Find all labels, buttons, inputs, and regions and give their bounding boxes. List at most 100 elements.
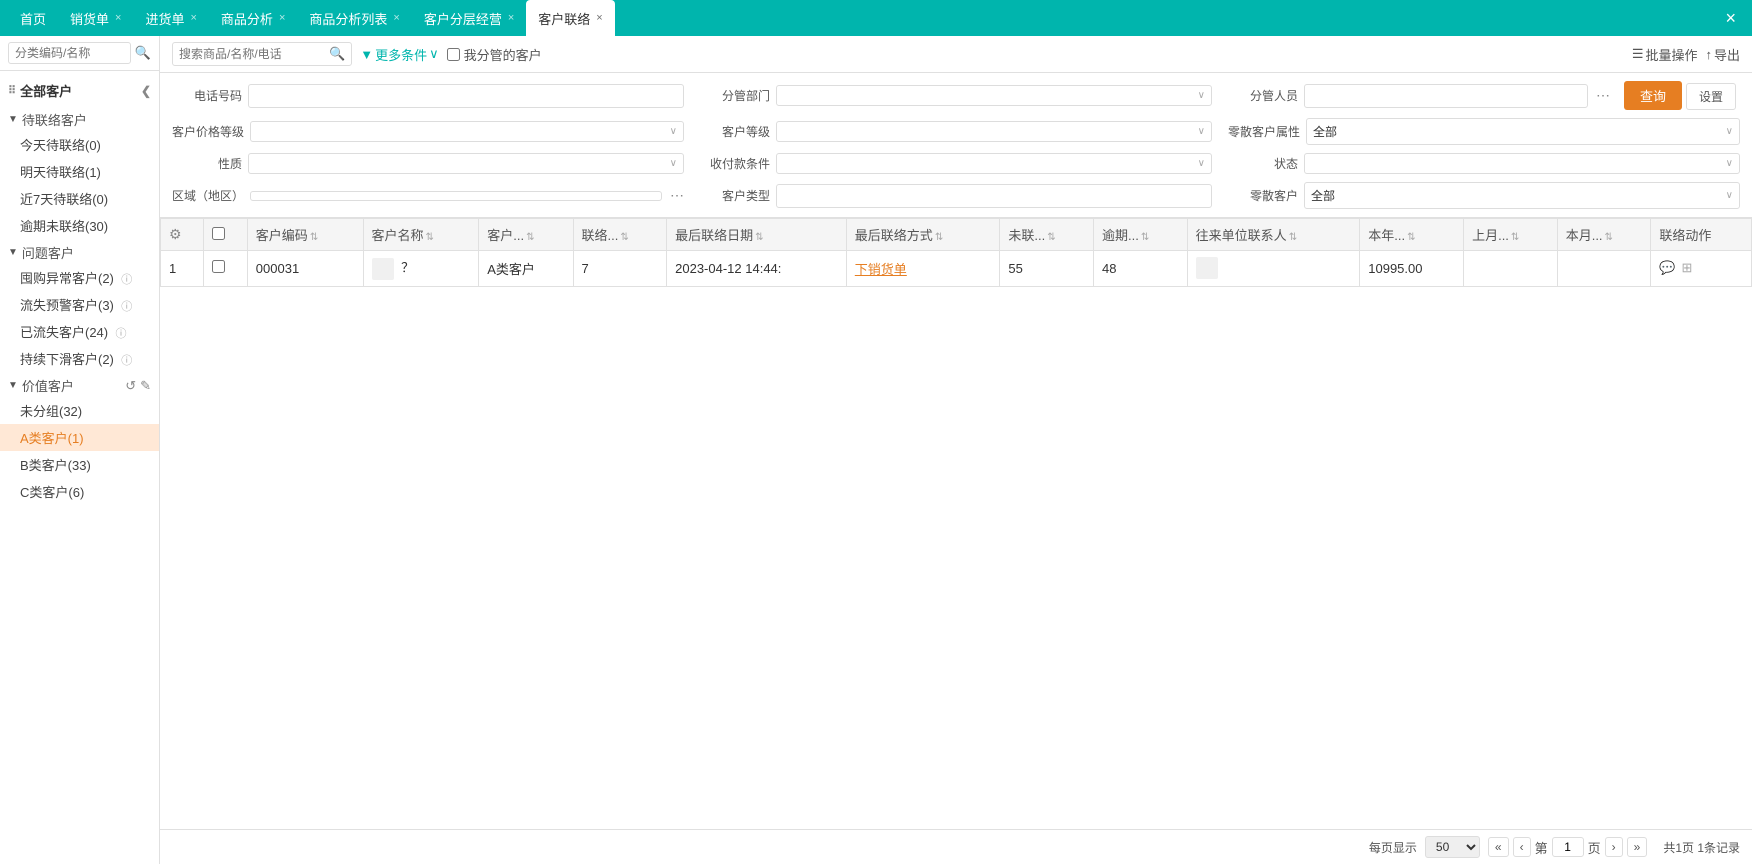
gear-icon[interactable]: ⚙ [169, 226, 182, 242]
nav-product-list[interactable]: 商品分析列表 × [297, 0, 411, 36]
phone-label: 电话号码 [172, 87, 242, 104]
col-customer-type: 客户...⇅ [479, 219, 573, 251]
query-button[interactable]: 查询 [1624, 81, 1682, 110]
sidebar-search-icon[interactable]: 🔍 [135, 45, 151, 61]
refresh-icon[interactable]: ↺ [125, 378, 136, 394]
sidebar-section-value[interactable]: ▼ 价值客户 ↺ ✎ [0, 372, 159, 397]
sidebar-item-today[interactable]: 今天待联络(0) [0, 131, 159, 158]
batch-ops-btn[interactable]: ☰ 批量操作 [1632, 45, 1698, 64]
sidebar-item-class-a[interactable]: A类客户(1) [0, 424, 159, 451]
nav-customer-tier[interactable]: 客户分层经营 × [412, 0, 526, 36]
select-all-checkbox[interactable] [212, 227, 225, 240]
last-page-btn[interactable]: » [1627, 837, 1648, 857]
section-arrow: ▼ [8, 247, 18, 258]
first-page-btn[interactable]: « [1488, 837, 1509, 857]
col-unit-contact: 往来单位联系人⇅ [1187, 219, 1360, 251]
close-purchase-tab[interactable]: × [190, 12, 196, 24]
manager-label: 分管人员 [1228, 87, 1298, 104]
sidebar-item-declining[interactable]: 持续下滑客户(2) ⓘ [0, 345, 159, 372]
col-contact-count: 联络...⇅ [573, 219, 667, 251]
nav-purchase[interactable]: 进货单 × [133, 0, 208, 36]
col-last-contact-date: 最后联络日期⇅ [667, 219, 847, 251]
sidebar-search-input[interactable] [8, 42, 131, 64]
main-search-bar: 🔍 [172, 42, 352, 66]
page-label: 第 [1535, 838, 1548, 857]
contact-method-link[interactable]: 下销货单 [855, 262, 907, 277]
main-search-icon[interactable]: 🔍 [329, 46, 345, 62]
dept-select[interactable]: ∨ [776, 85, 1212, 106]
filter-row-payment: 收付款条件 ∨ [700, 153, 1212, 174]
sidebar-all-customers[interactable]: ⠿ 全部客户 ❮ [0, 75, 159, 106]
dots-icon: ⠿ [8, 84, 16, 97]
sidebar-section-problem[interactable]: ▼ 问题客户 [0, 239, 159, 264]
col-name: 客户名称⇅ [363, 219, 479, 251]
sidebar-item-class-b[interactable]: B类客户(33) [0, 451, 159, 478]
close-sales-tab[interactable]: × [115, 12, 121, 24]
nav-home[interactable]: 首页 [8, 0, 58, 36]
price-level-select[interactable]: ∨ [250, 121, 684, 142]
page-size-select[interactable]: 50 100 200 [1425, 836, 1480, 858]
edit-icon[interactable]: ✎ [140, 378, 151, 394]
col-code: 客户编码⇅ [247, 219, 363, 251]
close-product-list-tab[interactable]: × [393, 12, 399, 24]
phone-input[interactable] [248, 84, 684, 108]
sidebar-item-ungroup[interactable]: 未分组(32) [0, 397, 159, 424]
row-checkbox[interactable] [212, 260, 225, 273]
more-filter-btn[interactable]: ▼ 更多条件 ∨ [360, 45, 438, 64]
col-this-year: 本年...⇅ [1360, 219, 1464, 251]
export-btn[interactable]: ↑ 导出 [1705, 45, 1740, 64]
sidebar-item-churn-warning[interactable]: 流失预警客户(3) ⓘ [0, 291, 159, 318]
cell-type: A类客户 [479, 251, 573, 287]
price-level-label: 客户价格等级 [172, 123, 244, 140]
col-gear[interactable]: ⚙ [161, 219, 204, 251]
nav-sales[interactable]: 销货单 × [58, 0, 133, 36]
unit-contact-avatar [1196, 257, 1218, 279]
filter-row-region: 区域（地区） ⋯ [172, 182, 684, 209]
close-customer-contact-tab[interactable]: × [596, 12, 602, 24]
cell-last-month [1464, 251, 1558, 287]
total-info: 共1页 1条记录 [1663, 839, 1740, 856]
manager-dots[interactable]: ⋯ [1596, 87, 1610, 104]
my-customer-checkbox[interactable] [447, 48, 460, 61]
info-icon: ⓘ [115, 328, 126, 340]
chat-action-icon[interactable]: 💬 [1659, 260, 1675, 276]
region-select[interactable] [250, 191, 662, 201]
status-select[interactable]: ∨ [1304, 153, 1740, 174]
col-checkbox [204, 219, 248, 251]
region-dots[interactable]: ⋯ [670, 187, 684, 204]
filter-right-actions: ☰ 批量操作 ↑ 导出 [1632, 45, 1740, 64]
filter-icon: ▼ [360, 47, 373, 62]
retail-select[interactable]: 全部 ∨ [1304, 182, 1740, 209]
sidebar-item-tomorrow[interactable]: 明天待联络(1) [0, 158, 159, 185]
payment-arrow: ∨ [1198, 158, 1205, 169]
retail-attr-select[interactable]: 全部 ∨ [1306, 118, 1740, 145]
next-page-btn[interactable]: › [1605, 837, 1623, 857]
sidebar-section-pending[interactable]: ▼ 待联络客户 [0, 106, 159, 131]
sidebar-item-7days[interactable]: 近7天待联络(0) [0, 185, 159, 212]
main-search-input[interactable] [179, 47, 329, 61]
filter-row-customer-level: 客户等级 ∨ [700, 118, 1212, 145]
payment-select[interactable]: ∨ [776, 153, 1212, 174]
sidebar-item-class-c[interactable]: C类客户(6) [0, 478, 159, 505]
close-customer-tier-tab[interactable]: × [508, 12, 514, 24]
sidebar-item-overdue[interactable]: 逾期未联络(30) [0, 212, 159, 239]
page-number-input[interactable] [1552, 837, 1584, 857]
bottom-bar: 每页显示 50 100 200 « ‹ 第 页 › » 共1页 1条记录 [160, 829, 1752, 864]
close-product-analysis-tab[interactable]: × [279, 12, 285, 24]
nature-select[interactable]: ∨ [248, 153, 684, 174]
more-action-icon[interactable]: ⊞ [1682, 260, 1693, 276]
sidebar-item-abnormal[interactable]: 囤购异常客户(2) ⓘ [0, 264, 159, 291]
filter-bar: 🔍 ▼ 更多条件 ∨ 我分管的客户 ☰ 批量操作 ↑ 导出 [160, 36, 1752, 73]
customer-level-arrow: ∨ [1198, 126, 1205, 137]
manager-input[interactable] [1304, 84, 1588, 108]
nav-product-analysis[interactable]: 商品分析 × [209, 0, 297, 36]
window-close-button[interactable]: × [1717, 8, 1744, 29]
prev-page-btn[interactable]: ‹ [1513, 837, 1531, 857]
customer-level-select[interactable]: ∨ [776, 121, 1212, 142]
sidebar-collapse-icon[interactable]: ❮ [141, 84, 151, 98]
settings-button[interactable]: 设置 [1686, 83, 1736, 110]
customer-type-input[interactable] [776, 184, 1212, 208]
nav-customer-contact[interactable]: 客户联络 × [526, 0, 614, 36]
sidebar-item-churned[interactable]: 已流失客户(24) ⓘ [0, 318, 159, 345]
sidebar: 🔍 ⠿ 全部客户 ❮ ▼ 待联络客户 今天待联络(0) 明天待联络(1) 近7天… [0, 36, 160, 864]
